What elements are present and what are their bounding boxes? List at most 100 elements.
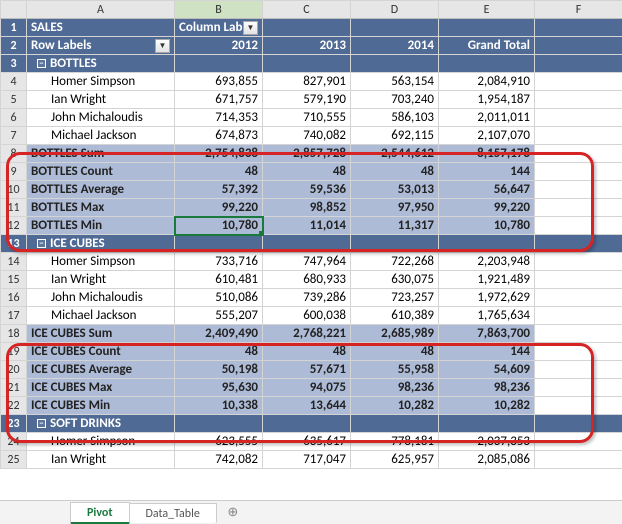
cell[interactable]: 98,236 (439, 379, 535, 397)
row-header[interactable]: 3 (1, 55, 27, 73)
cell[interactable]: 94,075 (263, 379, 351, 397)
member-label[interactable]: Homer Simpson (27, 253, 175, 271)
cell[interactable]: 2,203,948 (439, 253, 535, 271)
cell[interactable]: 10,282 (439, 397, 535, 415)
group-toggle-icecubes[interactable]: −ICE CUBES (27, 235, 175, 253)
row-24[interactable]: 24Homer Simpson623,555635,617778,1812,03… (1, 433, 622, 451)
col-header-B[interactable]: B (175, 1, 263, 19)
cell[interactable]: 2,107,070 (439, 127, 535, 145)
cell[interactable]: 98,852 (263, 199, 351, 217)
cell[interactable]: 827,901 (263, 73, 351, 91)
row-2[interactable]: 2 Row Labels ▼ 2012 2013 2014 Grand Tota… (1, 37, 622, 55)
cell[interactable]: 50,198 (175, 361, 263, 379)
cell[interactable]: 48 (351, 163, 439, 181)
member-label[interactable]: John Michaloudis (27, 289, 175, 307)
collapse-icon[interactable]: − (37, 239, 46, 248)
cell[interactable]: 723,257 (351, 289, 439, 307)
row-header[interactable]: 17 (1, 307, 27, 325)
cell[interactable]: 48 (175, 343, 263, 361)
row-header[interactable]: 12 (1, 217, 27, 235)
row-22[interactable]: 22ICE CUBES Min10,33813,64410,28210,282 (1, 397, 622, 415)
row-header[interactable]: 4 (1, 73, 27, 91)
col-header-F[interactable]: F (535, 1, 622, 19)
member-label[interactable]: Homer Simpson (27, 73, 175, 91)
cell[interactable]: 733,716 (175, 253, 263, 271)
cell[interactable]: 2,085,086 (439, 451, 535, 469)
sheet-tabs[interactable]: Pivot Data_Table ⊕ (0, 500, 622, 524)
cell[interactable]: 48 (263, 163, 351, 181)
cell[interactable]: 48 (175, 163, 263, 181)
row-9[interactable]: 9BOTTLES Count484848144 (1, 163, 622, 181)
cell[interactable]: 693,855 (175, 73, 263, 91)
cell[interactable]: 98,236 (351, 379, 439, 397)
tab-pivot[interactable]: Pivot (70, 502, 130, 524)
cell[interactable]: 2,037,353 (439, 433, 535, 451)
cell[interactable]: 674,873 (175, 127, 263, 145)
cell[interactable]: 56,647 (439, 181, 535, 199)
spreadsheet-grid[interactable]: A B C D E F 1 SALES Column Lab ▼ 2 Row L… (0, 0, 622, 469)
row-header[interactable]: 8 (1, 145, 27, 163)
cell[interactable]: 10,780 (439, 217, 535, 235)
grand-total-header[interactable]: Grand Total (439, 37, 535, 55)
member-label[interactable]: Homer Simpson (27, 433, 175, 451)
cell[interactable]: 2,754,838 (175, 145, 263, 163)
cell[interactable]: 717,047 (263, 451, 351, 469)
cell[interactable]: 680,933 (263, 271, 351, 289)
collapse-icon[interactable]: − (37, 419, 46, 428)
subtotal-label[interactable]: BOTTLES Average (27, 181, 175, 199)
cell[interactable]: 7,863,700 (439, 325, 535, 343)
row-header[interactable]: 6 (1, 109, 27, 127)
cell[interactable]: 48 (351, 343, 439, 361)
cell[interactable]: 1,972,629 (439, 289, 535, 307)
group-toggle-softdrinks[interactable]: −SOFT DRINKS (27, 415, 175, 433)
row-25[interactable]: 25Ian Wright742,082717,047625,9572,085,0… (1, 451, 622, 469)
cell[interactable]: 714,353 (175, 109, 263, 127)
row-header[interactable]: 13 (1, 235, 27, 253)
subtotal-label[interactable]: ICE CUBES Count (27, 343, 175, 361)
member-label[interactable]: Ian Wright (27, 91, 175, 109)
row-header[interactable]: 18 (1, 325, 27, 343)
member-label[interactable]: John Michaloudis (27, 109, 175, 127)
cell[interactable]: 8,157,178 (439, 145, 535, 163)
member-label[interactable]: Ian Wright (27, 451, 175, 469)
cell[interactable]: 703,240 (351, 91, 439, 109)
collapse-icon[interactable]: − (37, 59, 46, 68)
row-3[interactable]: 3 −BOTTLES (1, 55, 622, 73)
row-16[interactable]: 16John Michaloudis510,086739,286723,2571… (1, 289, 622, 307)
cell[interactable]: 2,685,989 (351, 325, 439, 343)
cell[interactable]: 747,964 (263, 253, 351, 271)
row-20[interactable]: 20ICE CUBES Average50,19857,67155,95854,… (1, 361, 622, 379)
year-header[interactable]: 2012 (175, 37, 263, 55)
row-header[interactable]: 15 (1, 271, 27, 289)
cell[interactable]: 692,115 (351, 127, 439, 145)
cell[interactable]: 2,084,910 (439, 73, 535, 91)
tab-data-table[interactable]: Data_Table (129, 503, 217, 523)
row-4[interactable]: 4Homer Simpson693,855827,901563,1542,084… (1, 73, 622, 91)
row-header[interactable]: 1 (1, 19, 27, 37)
cell[interactable]: 1,954,187 (439, 91, 535, 109)
row-header[interactable]: 5 (1, 91, 27, 109)
row-header[interactable]: 22 (1, 397, 27, 415)
cell[interactable]: 1,921,489 (439, 271, 535, 289)
pivot-title[interactable]: SALES (27, 19, 175, 37)
cell[interactable]: 144 (439, 163, 535, 181)
row-8[interactable]: 8BOTTLES Sum2,754,8382,857,7282,544,6128… (1, 145, 622, 163)
cell[interactable]: 59,536 (263, 181, 351, 199)
cell[interactable]: 97,950 (351, 199, 439, 217)
cell[interactable]: 625,957 (351, 451, 439, 469)
cell[interactable]: 623,555 (175, 433, 263, 451)
cell[interactable]: 671,757 (175, 91, 263, 109)
cell[interactable]: 778,181 (351, 433, 439, 451)
cell[interactable]: 57,392 (175, 181, 263, 199)
row-10[interactable]: 10BOTTLES Average57,39259,53653,01356,64… (1, 181, 622, 199)
col-header-D[interactable]: D (351, 1, 439, 19)
row-header[interactable]: 16 (1, 289, 27, 307)
cell[interactable]: 722,268 (351, 253, 439, 271)
cell[interactable]: 144 (439, 343, 535, 361)
row-18[interactable]: 18ICE CUBES Sum2,409,4902,768,2212,685,9… (1, 325, 622, 343)
cell[interactable]: 1,765,634 (439, 307, 535, 325)
cell[interactable]: 2,857,728 (263, 145, 351, 163)
row-header[interactable]: 14 (1, 253, 27, 271)
row-header[interactable]: 23 (1, 415, 27, 433)
row-12[interactable]: 12BOTTLES Min10,78011,01411,31710,780 (1, 217, 622, 235)
